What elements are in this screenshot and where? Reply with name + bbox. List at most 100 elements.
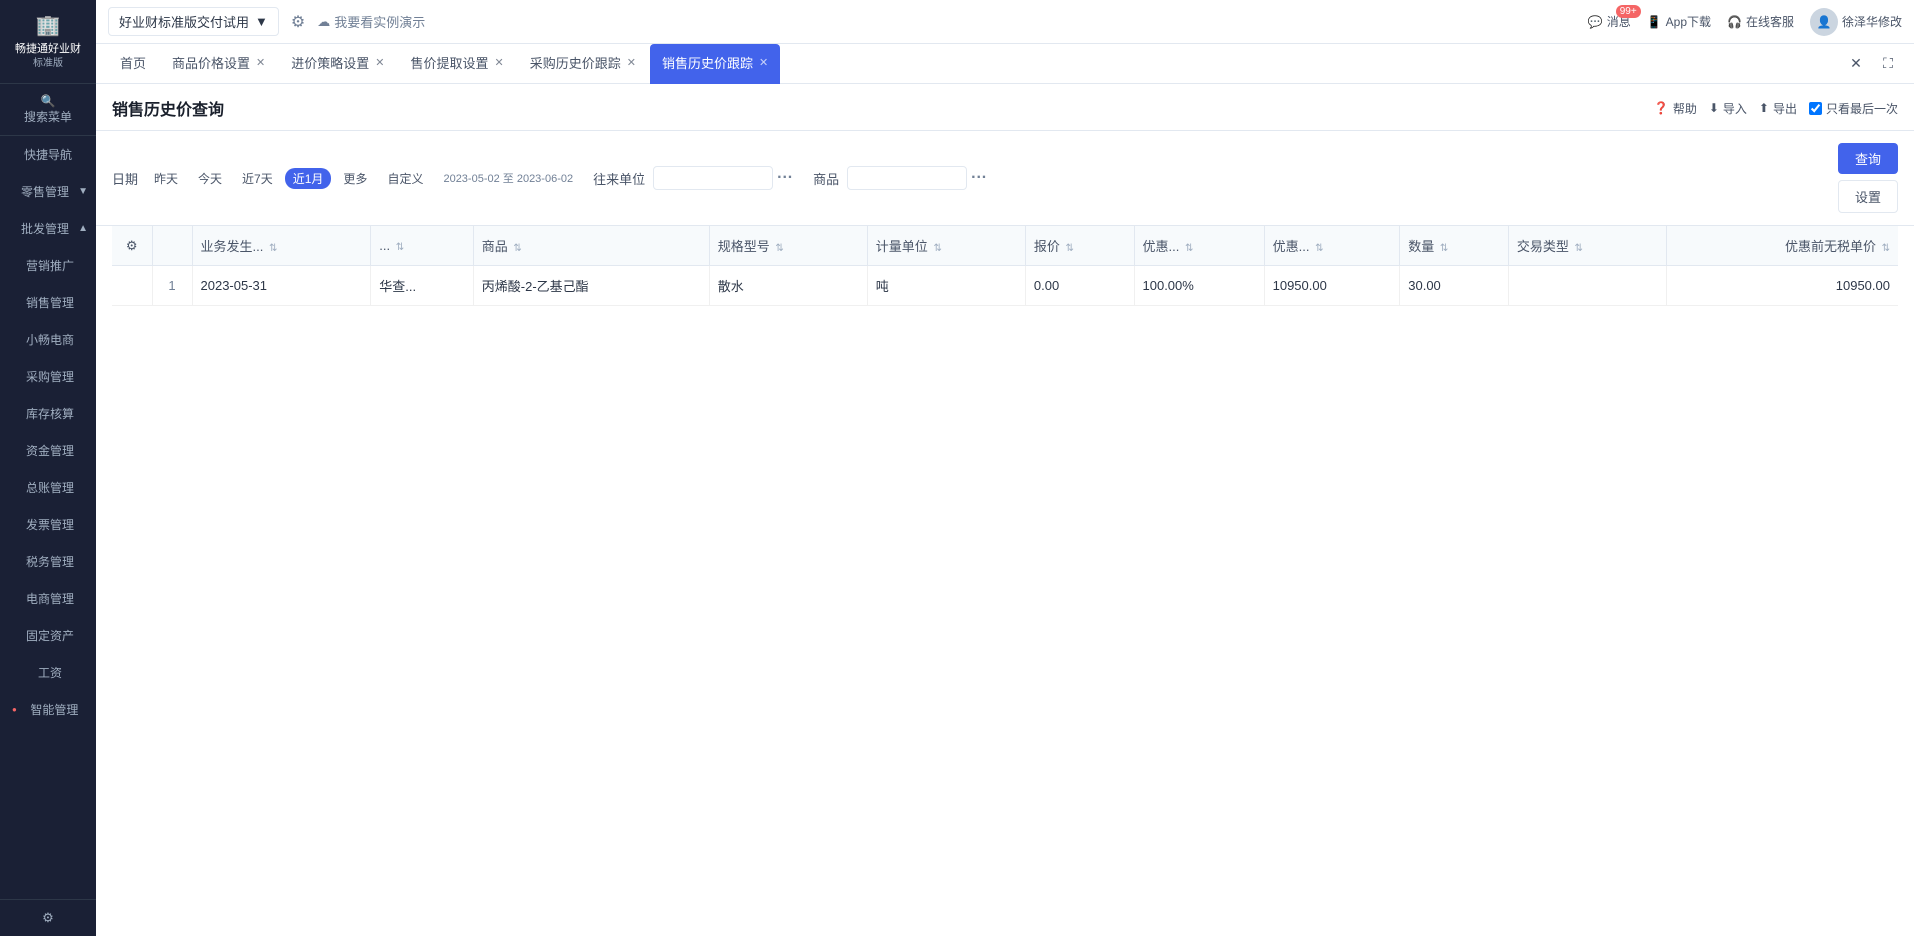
sort-icon: ⇅: [1066, 243, 1074, 254]
col-trade-type[interactable]: 交易类型 ⇅: [1508, 226, 1666, 266]
quick-nav[interactable]: 快捷导航: [0, 136, 96, 173]
col-unit[interactable]: 计量单位 ⇅: [867, 226, 1025, 266]
sidebar-item-inventory[interactable]: 库存核算: [0, 395, 96, 432]
sidebar-item-ecommerce-mini[interactable]: 小畅电商: [0, 321, 96, 358]
row-product: 丙烯酸-2-乙基己酯: [473, 266, 709, 306]
close-panel-button[interactable]: ✕: [1842, 50, 1870, 78]
product-dots[interactable]: ···: [971, 169, 987, 187]
help-link[interactable]: ❓ 帮助: [1654, 100, 1697, 117]
sidebar-item-ai[interactable]: 智能管理: [0, 691, 96, 728]
col-product[interactable]: 商品 ⇅: [473, 226, 709, 266]
date-options: 昨天 今天 近7天 近1月 更多 自定义: [146, 168, 431, 189]
tab-close-icon[interactable]: ✕: [256, 56, 265, 69]
messages-button[interactable]: 💬 消息 99+: [1588, 13, 1631, 30]
phone-icon: 📱: [1647, 15, 1662, 29]
col-settings[interactable]: ⚙: [112, 226, 152, 266]
date-yesterday[interactable]: 昨天: [146, 168, 186, 189]
sidebar-item-ecommerce[interactable]: 电商管理: [0, 580, 96, 617]
app-download-button[interactable]: 📱 App下载: [1647, 13, 1711, 30]
export-icon: ⬆: [1759, 101, 1769, 115]
tab-purchase-strategy[interactable]: 进价策略设置 ✕: [279, 44, 396, 84]
import-icon: ⬇: [1709, 101, 1719, 115]
tab-bar: 首页 商品价格设置 ✕ 进价策略设置 ✕ 售价提取设置 ✕ 采购历史价跟踪 ✕ …: [96, 44, 1914, 84]
logo-icon: 🏢: [8, 12, 88, 40]
partner-label: 往来单位: [593, 169, 645, 188]
sort-icon: ⇅: [1315, 243, 1323, 254]
col-discount1[interactable]: 优惠... ⇅: [1134, 226, 1264, 266]
sidebar-item-finance[interactable]: 资金管理: [0, 432, 96, 469]
sidebar-item-payroll[interactable]: 工资: [0, 654, 96, 691]
date-custom[interactable]: 自定义: [379, 168, 431, 189]
col-spec[interactable]: 规格型号 ⇅: [709, 226, 867, 266]
query-action-buttons: 查询 设置: [1838, 143, 1898, 213]
sidebar-item-fixed-assets[interactable]: 固定资产: [0, 617, 96, 654]
col-extra[interactable]: ... ⇅: [371, 226, 474, 266]
settings-icon: ⚙: [42, 910, 54, 925]
only-last-checkbox[interactable]: [1809, 102, 1822, 115]
product-input[interactable]: [847, 166, 967, 190]
message-icon: 💬: [1588, 15, 1603, 29]
sidebar-item-purchase[interactable]: 采购管理: [0, 358, 96, 395]
user-profile-button[interactable]: 👤 徐泽华修改: [1810, 8, 1902, 36]
search-icon: 🔍: [8, 94, 88, 108]
row-trade-type: [1508, 266, 1666, 306]
tab-price-extract[interactable]: 售价提取设置 ✕: [398, 44, 515, 84]
col-price[interactable]: 报价 ⇅: [1025, 226, 1134, 266]
search-menu[interactable]: 🔍 搜索菜单: [0, 84, 96, 136]
tab-purchase-history[interactable]: 采购历史价跟踪 ✕: [518, 44, 648, 84]
sidebar-item-marketing[interactable]: 营销推广: [0, 247, 96, 284]
config-button[interactable]: ⚙: [291, 12, 305, 32]
row-pretax-price: 10950.00: [1666, 266, 1898, 306]
sort-icon: ⇅: [269, 243, 277, 254]
tab-sales-history[interactable]: 销售历史价跟踪 ✕: [650, 44, 780, 84]
date-filter-group: 日期 昨天 今天 近7天 近1月 更多 自定义 2023-05-02 至 202…: [112, 168, 573, 189]
sidebar-item-ledger[interactable]: 总账管理: [0, 469, 96, 506]
row-price: 0.00: [1025, 266, 1134, 306]
query-button[interactable]: 查询: [1838, 143, 1898, 174]
headset-icon: 🎧: [1727, 15, 1742, 29]
sidebar-item-sales[interactable]: 销售管理: [0, 284, 96, 321]
col-discount2[interactable]: 优惠... ⇅: [1264, 226, 1400, 266]
sidebar-item-retail[interactable]: 零售管理 ▼: [0, 173, 96, 210]
import-link[interactable]: ⬇ 导入: [1709, 100, 1747, 117]
dropdown-icon: ▼: [255, 14, 268, 29]
date-1month[interactable]: 近1月: [285, 168, 332, 189]
table-header-row: ⚙ 业务发生... ⇅ ... ⇅ 商品 ⇅: [112, 226, 1898, 266]
tab-close-icon[interactable]: ✕: [495, 56, 504, 69]
online-service-button[interactable]: 🎧 在线客服: [1727, 13, 1794, 30]
sort-icon: ⇅: [933, 243, 941, 254]
date-today[interactable]: 今天: [190, 168, 230, 189]
settings-button[interactable]: 设置: [1838, 180, 1898, 213]
tab-close-icon[interactable]: ✕: [375, 56, 384, 69]
app-logo: 🏢 畅捷通好业财 标准版: [0, 0, 96, 84]
date-7days[interactable]: 近7天: [234, 168, 281, 189]
partner-dots[interactable]: ···: [777, 169, 793, 187]
sidebar-item-invoice[interactable]: 发票管理: [0, 506, 96, 543]
product-filter-group: 商品 ···: [813, 166, 987, 190]
col-pretax-price[interactable]: 优惠前无税单价 ⇅: [1666, 226, 1898, 266]
sort-icon: ⇅: [775, 243, 783, 254]
tab-close-icon[interactable]: ✕: [627, 56, 636, 69]
sidebar-item-tax[interactable]: 税务管理: [0, 543, 96, 580]
row-qty: 30.00: [1400, 266, 1509, 306]
partner-input-wrap: ···: [653, 166, 793, 190]
sort-icon: ⇅: [513, 243, 521, 254]
sort-icon: ⇅: [1574, 243, 1582, 254]
date-more[interactable]: 更多: [335, 168, 375, 189]
tab-home[interactable]: 首页: [108, 44, 158, 84]
sidebar-item-wholesale[interactable]: 批发管理 ▲: [0, 210, 96, 247]
content-area: 销售历史价查询 ❓ 帮助 ⬇ 导入 ⬆ 导出 只看最后一次: [96, 84, 1914, 936]
demo-button[interactable]: ☁ 我要看实例演示: [317, 12, 425, 31]
tab-product-price[interactable]: 商品价格设置 ✕: [160, 44, 277, 84]
partner-input[interactable]: [653, 166, 773, 190]
table-row[interactable]: 1 2023-05-31 华查... 丙烯酸-2-乙基己酯 散水 吨 0.00 …: [112, 266, 1898, 306]
expand-panel-button[interactable]: ⛶: [1874, 50, 1902, 78]
col-bizdate[interactable]: 业务发生... ⇅: [192, 226, 371, 266]
sidebar-settings[interactable]: ⚙: [0, 899, 96, 936]
col-qty[interactable]: 数量 ⇅: [1400, 226, 1509, 266]
only-last-wrap[interactable]: 只看最后一次: [1809, 100, 1898, 117]
app-selector[interactable]: 好业财标准版交付试用 ▼: [108, 7, 279, 36]
content-actions: ❓ 帮助 ⬇ 导入 ⬆ 导出 只看最后一次: [1654, 100, 1898, 117]
export-link[interactable]: ⬆ 导出: [1759, 100, 1797, 117]
tab-close-icon[interactable]: ✕: [759, 56, 768, 69]
